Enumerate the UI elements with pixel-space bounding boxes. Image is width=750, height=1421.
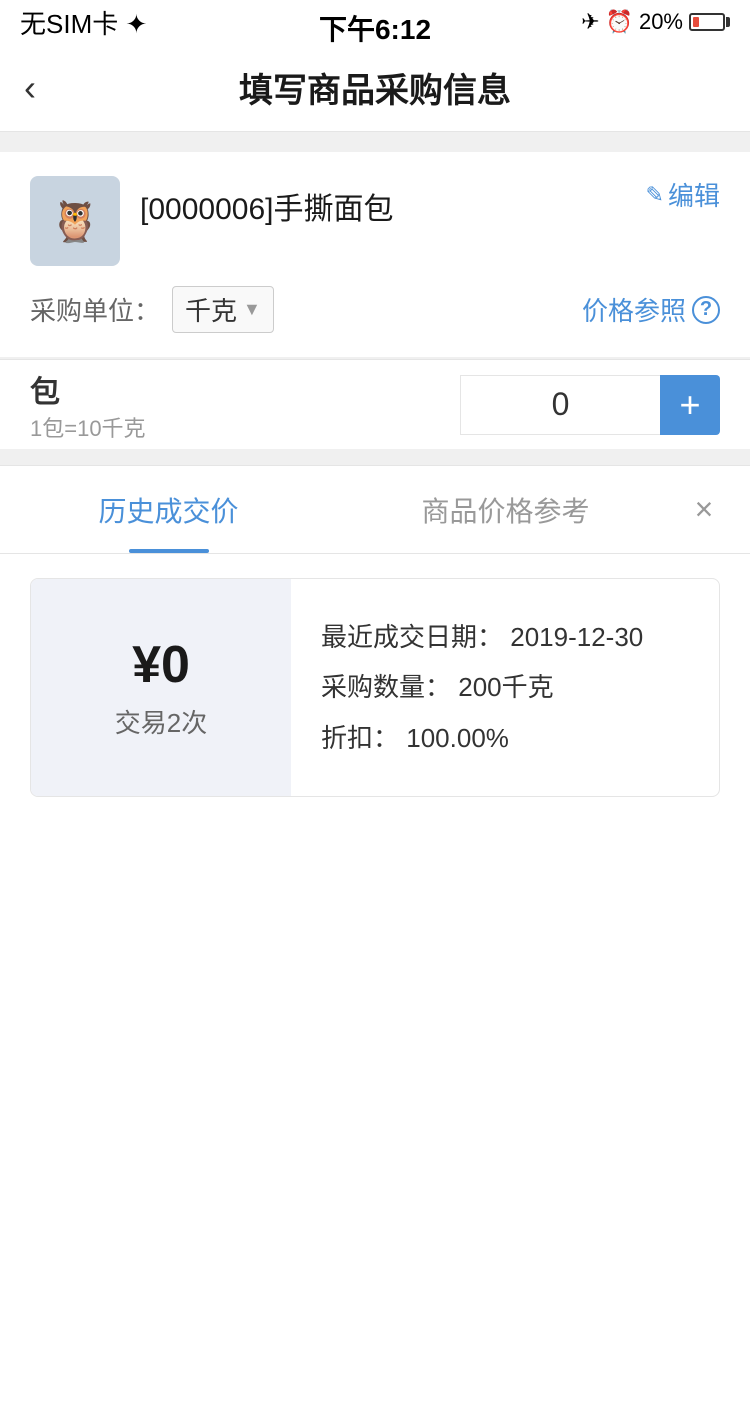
transaction-count: 交易2次 (115, 703, 207, 740)
purchase-qty-label: 采购数量： (321, 672, 451, 702)
battery-icon (689, 13, 730, 31)
purchase-qty-value: 200千克 (458, 672, 553, 702)
recent-date-value: 2019-12-30 (510, 622, 643, 652)
alarm-icon: ⏰ (606, 9, 633, 35)
battery-percent: 20% (639, 9, 683, 35)
tabs-row: 历史成交价 商品价格参考 × (0, 466, 750, 554)
product-info: 🦉 [0000006]手撕面包 (30, 176, 646, 266)
status-time: 下午6:12 (319, 8, 431, 48)
quantity-conversion: 1包=10千克 (30, 411, 146, 443)
price-ref-label: 价格参照 (582, 291, 686, 328)
status-left: 无SIM卡 ✦ (20, 4, 147, 41)
product-name: [0000006]手撕面包 (140, 184, 393, 228)
tab-history-price[interactable]: 历史成交价 (0, 466, 337, 553)
page-title: 填写商品采购信息 (239, 63, 511, 112)
bottom-panel: 历史成交价 商品价格参考 × ¥0 交易2次 最近成交日期： 2019-12-3… (0, 465, 750, 1421)
price-reference-button[interactable]: 价格参照 ? (582, 291, 720, 328)
status-bar: 无SIM卡 ✦ 下午6:12 ✈ ⏰ 20% (0, 0, 750, 44)
content-area (0, 821, 750, 1421)
transaction-card: ¥0 交易2次 最近成交日期： 2019-12-30 采购数量： 200千克 折… (30, 578, 720, 797)
edit-icon: ✎ (646, 182, 664, 208)
recent-date-label: 最近成交日期： (321, 622, 503, 652)
unit-label: 采购单位： (30, 291, 160, 328)
unit-selector[interactable]: 千克 ▼ (172, 286, 274, 333)
edit-button[interactable]: ✎ 编辑 (646, 176, 720, 213)
transaction-details: 最近成交日期： 2019-12-30 采购数量： 200千克 折扣： 100.0… (291, 579, 719, 796)
nav-bar: ‹ 填写商品采购信息 (0, 44, 750, 132)
quantity-input[interactable]: 0 (460, 375, 660, 435)
status-right: ✈ ⏰ 20% (581, 9, 730, 35)
product-logo-icon: 🦉 (50, 198, 100, 245)
close-panel-button[interactable]: × (674, 480, 734, 540)
discount-label: 折扣： (321, 723, 399, 753)
tab-history-label: 历史成交价 (98, 490, 238, 530)
tab-active-indicator (129, 549, 209, 553)
product-card: 🦉 [0000006]手撕面包 ✎ 编辑 采购单位： 千克 ▼ 价格参照 ? (0, 152, 750, 357)
unit-value: 千克 (185, 291, 237, 328)
purchase-unit-row: 采购单位： 千克 ▼ 价格参照 ? (30, 286, 720, 333)
discount-row: 折扣： 100.00% (321, 720, 689, 756)
quantity-section: 包 1包=10千克 0 + (0, 359, 750, 449)
tab-price-reference[interactable]: 商品价格参考 (337, 466, 674, 553)
quantity-label-area: 包 1包=10千克 (30, 367, 146, 443)
transaction-price-left: ¥0 交易2次 (31, 579, 291, 796)
quantity-unit-name: 包 (30, 367, 146, 411)
product-header: 🦉 [0000006]手撕面包 ✎ 编辑 (30, 176, 720, 266)
product-thumbnail: 🦉 (30, 176, 120, 266)
recent-date-row: 最近成交日期： 2019-12-30 (321, 619, 689, 655)
carrier-text: 无SIM卡 ✦ (20, 4, 147, 41)
location-icon: ✈ (581, 9, 599, 35)
unit-left: 采购单位： 千克 ▼ (30, 286, 274, 333)
quantity-plus-button[interactable]: + (660, 375, 720, 435)
tab-price-ref-label: 商品价格参考 (421, 490, 589, 530)
purchase-qty-row: 采购数量： 200千克 (321, 669, 689, 705)
transaction-price: ¥0 (132, 635, 190, 695)
help-icon: ? (692, 296, 720, 324)
discount-value: 100.00% (406, 723, 509, 753)
dropdown-arrow-icon: ▼ (243, 299, 261, 320)
back-button[interactable]: ‹ (24, 67, 36, 109)
quantity-control: 0 + (460, 375, 720, 435)
